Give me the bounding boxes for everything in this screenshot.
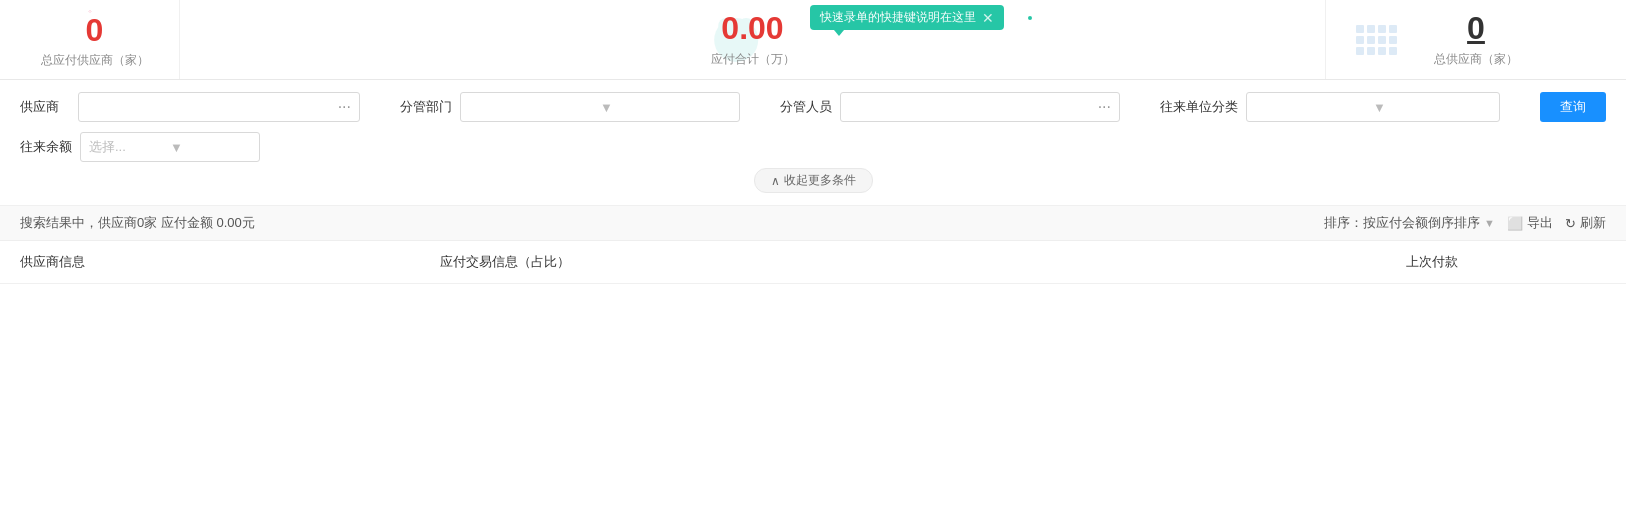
grid-icon [1356,25,1397,55]
refresh-button[interactable]: ↻ 刷新 [1565,214,1606,232]
stats-bar: 0 总应付供应商（家） 0.00 应付合计（万） 快速录单的快捷键说明在这里 ✕ [0,0,1626,80]
table-body [0,284,1626,515]
label-balance: 往来余额 [20,138,72,156]
label-unit-type: 往来单位分类 [1160,98,1238,116]
results-actions: 排序：按应付会额倒序排序 ▼ ⬜ 导出 ↻ 刷新 [1324,214,1606,232]
table-col-last-payment: 上次付款 [1406,253,1606,271]
sort-label: 排序：按应付会额倒序排序 [1324,214,1480,232]
collapse-bar: ∧ 收起更多条件 [20,162,1606,197]
dept-chevron-icon: ▼ [600,100,731,115]
stat2-number: 0.00 [721,11,783,46]
filter-row-2: 往来余额 选择... ▼ [20,132,1606,162]
export-button[interactable]: ⬜ 导出 [1507,214,1553,232]
balance-select[interactable]: 选择... ▼ [80,132,260,162]
query-button[interactable]: 查询 [1540,92,1606,122]
refresh-label: 刷新 [1580,214,1606,232]
sort-chevron-icon: ▼ [1484,217,1495,229]
filter-unit-type: 往来单位分类 ▼ [1160,92,1500,122]
label-dept: 分管部门 [400,98,452,116]
stat-total-payable-suppliers: 0 总应付供应商（家） [0,0,180,79]
stat2-label: 应付合计（万） [711,51,795,68]
collapse-up-icon: ∧ [771,174,780,188]
supplier-input-wrap[interactable]: ··· [78,92,360,122]
filter-person: 分管人员 ··· [780,92,1120,122]
person-input-wrap[interactable]: ··· [840,92,1120,122]
refresh-icon: ↻ [1565,216,1576,231]
tooltip-text: 快速录单的快捷键说明在这里 [820,9,976,26]
results-bar: 搜索结果中，供应商0家 应付金额 0.00元 排序：按应付会额倒序排序 ▼ ⬜ … [0,206,1626,241]
filter-balance: 往来余额 选择... ▼ [20,132,340,162]
label-person: 分管人员 [780,98,832,116]
sort-select[interactable]: 排序：按应付会额倒序排序 ▼ [1324,214,1495,232]
filter-section: 供应商 ··· 分管部门 ▼ 分管人员 ··· 往来单位分 [0,80,1626,206]
tooltip-close[interactable]: ✕ [982,10,994,26]
export-label: 导出 [1527,214,1553,232]
person-dots[interactable]: ··· [1098,98,1111,116]
balance-placeholder: 选择... [89,138,170,156]
supplier-input[interactable] [87,100,334,115]
filter-dept: 分管部门 ▼ [400,92,740,122]
stat-total-suppliers: 0 总供应商（家） [1326,0,1626,79]
stat3-number: 0 [1467,11,1485,46]
table-header: 供应商信息 应付交易信息（占比） 上次付款 [0,241,1626,284]
person-input[interactable] [849,100,1094,115]
tooltip-balloon: 快速录单的快捷键说明在这里 ✕ [810,5,1004,30]
table-col-transaction-info: 应付交易信息（占比） [440,253,1406,271]
collapse-button[interactable]: ∧ 收起更多条件 [754,168,873,193]
supplier-dots[interactable]: ··· [338,98,351,116]
unit-type-select[interactable]: ▼ [1246,92,1500,122]
stat-total-amount: 0.00 应付合计（万） 快速录单的快捷键说明在这里 ✕ [180,0,1326,79]
filter-supplier: 供应商 ··· [20,92,360,122]
balance-chevron-icon: ▼ [170,140,251,155]
stat1-label: 总应付供应商（家） [41,52,149,69]
table-col-supplier-info: 供应商信息 [20,253,440,271]
filter-row-1: 供应商 ··· 分管部门 ▼ 分管人员 ··· 往来单位分 [20,92,1606,122]
collapse-label: 收起更多条件 [784,172,856,189]
stat1-number: 0 [86,13,104,48]
dept-select[interactable]: ▼ [460,92,740,122]
label-supplier: 供应商 [20,98,70,116]
export-icon: ⬜ [1507,216,1523,231]
stat3-label: 总供应商（家） [1434,51,1518,68]
results-summary: 搜索结果中，供应商0家 应付金额 0.00元 [20,214,255,232]
unit-type-chevron-icon: ▼ [1373,100,1491,115]
